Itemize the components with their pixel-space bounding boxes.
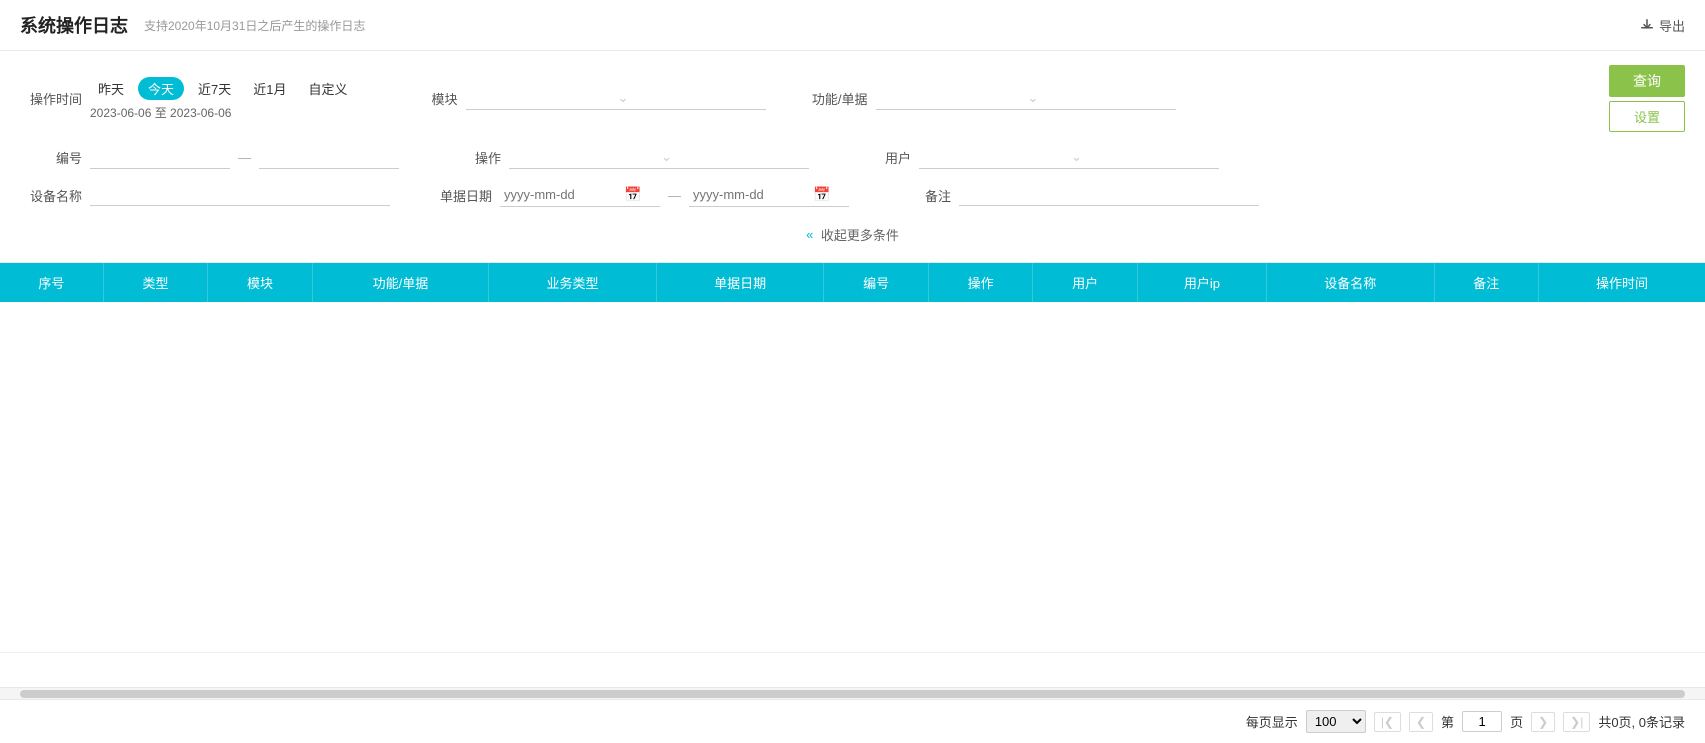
operation-chevron-icon: ⌄ (661, 149, 805, 165)
col-remark: 备注 (1434, 263, 1538, 302)
pagination: 每页显示 50 100 200 500 |❮ ❮ 第 页 ❯ ❯| 共0页, 0… (0, 699, 1705, 743)
doc-date-end[interactable]: 📅 (689, 183, 849, 207)
number-end-input[interactable] (259, 147, 399, 169)
col-user: 用户 (1033, 263, 1137, 302)
module-chevron-icon: ⌄ (618, 90, 762, 106)
time-buttons: 昨天 今天 近7天 近1月 自定义 (90, 77, 356, 100)
number-start-input[interactable] (90, 147, 230, 169)
prev-page-button[interactable]: ❮ (1409, 712, 1433, 732)
col-doc-date: 单据日期 (656, 263, 824, 302)
table-body (0, 302, 1705, 652)
module-label: 模块 (396, 89, 466, 108)
user-chevron-icon: ⌄ (1071, 149, 1215, 165)
function-chevron-icon: ⌄ (1028, 90, 1172, 106)
col-device: 设备名称 (1266, 263, 1434, 302)
module-select[interactable]: ⌄ (466, 87, 766, 110)
col-function: 功能/单据 (312, 263, 488, 302)
first-page-button[interactable]: |❮ (1374, 712, 1401, 732)
data-table: 序号 类型 模块 功能/单据 业务类型 单据日期 编号 操作 用户 用户ip 设… (0, 263, 1705, 653)
page-title: 系统操作日志 (20, 12, 128, 38)
remark-input[interactable] (959, 184, 1259, 206)
device-input[interactable] (90, 184, 390, 206)
time-btn-custom[interactable]: 自定义 (301, 77, 356, 100)
doc-date-separator: — (668, 188, 681, 203)
function-select[interactable]: ⌄ (876, 87, 1176, 110)
function-label: 功能/单据 (806, 89, 876, 108)
page-unit: 页 (1510, 712, 1523, 731)
col-operation: 操作 (928, 263, 1032, 302)
col-number: 编号 (824, 263, 928, 302)
filter-row-3: 设备名称 单据日期 📅 — 📅 备注 (20, 183, 1685, 207)
collapse-button[interactable]: « 收起更多条件 (794, 221, 911, 248)
time-range: 2023-06-06 至 2023-06-06 (90, 104, 356, 121)
collapse-row: « 收起更多条件 (20, 221, 1685, 248)
scroll-bar-area[interactable] (0, 687, 1705, 699)
doc-date-start[interactable]: 📅 (500, 183, 660, 207)
doc-date-end-input[interactable] (693, 187, 813, 202)
col-biz-type: 业务类型 (489, 263, 657, 302)
total-info: 共0页, 0条记录 (1598, 712, 1685, 731)
action-buttons: 查询 设置 (1609, 65, 1685, 132)
page-size-select[interactable]: 50 100 200 500 (1306, 710, 1366, 733)
filter-row-1: 操作时间 昨天 今天 近7天 近1月 自定义 2023-06-06 至 2023… (20, 65, 1685, 132)
operation-select[interactable]: ⌄ (509, 146, 809, 169)
doc-date-start-input[interactable] (504, 187, 624, 202)
number-label: 编号 (20, 148, 90, 167)
filter-area: 操作时间 昨天 今天 近7天 近1月 自定义 2023-06-06 至 2023… (0, 51, 1705, 263)
time-btn-7days[interactable]: 近7天 (190, 77, 239, 100)
next-page-button[interactable]: ❯ (1531, 712, 1555, 732)
doc-date-label: 单据日期 (430, 186, 500, 205)
empty-row (0, 302, 1705, 652)
export-icon (1639, 17, 1655, 33)
table-container: 序号 类型 模块 功能/单据 业务类型 单据日期 编号 操作 用户 用户ip 设… (0, 263, 1705, 687)
last-page-button[interactable]: ❯| (1563, 712, 1590, 732)
page-size-label: 每页显示 (1246, 712, 1298, 731)
page-label: 第 (1441, 712, 1454, 731)
device-label: 设备名称 (20, 186, 90, 205)
page-subtitle: 支持2020年10月31日之后产生的操作日志 (144, 17, 365, 34)
col-op-time: 操作时间 (1539, 263, 1705, 302)
time-btn-1month[interactable]: 近1月 (245, 77, 294, 100)
number-separator: — (238, 150, 251, 165)
settings-button[interactable]: 设置 (1609, 101, 1685, 132)
user-select[interactable]: ⌄ (919, 146, 1219, 169)
page-header: 系统操作日志 支持2020年10月31日之后产生的操作日志 导出 (0, 0, 1705, 51)
table-header-row: 序号 类型 模块 功能/单据 业务类型 单据日期 编号 操作 用户 用户ip 设… (0, 263, 1705, 302)
empty-cell (0, 302, 1705, 652)
query-button[interactable]: 查询 (1609, 65, 1685, 97)
time-label: 操作时间 (20, 89, 90, 108)
col-seq: 序号 (0, 263, 103, 302)
operation-label: 操作 (439, 148, 509, 167)
user-label: 用户 (849, 148, 919, 167)
scroll-bar[interactable] (20, 690, 1685, 698)
page-number-input[interactable] (1462, 711, 1502, 732)
col-module: 模块 (208, 263, 312, 302)
collapse-chevron-icon: « (806, 227, 817, 242)
time-btn-yesterday[interactable]: 昨天 (90, 77, 132, 100)
calendar-start-icon[interactable]: 📅 (624, 186, 641, 203)
page-container: 系统操作日志 支持2020年10月31日之后产生的操作日志 导出 操作时间 昨天… (0, 0, 1705, 743)
col-type: 类型 (103, 263, 207, 302)
remark-label: 备注 (889, 186, 959, 205)
collapse-label: 收起更多条件 (821, 225, 899, 244)
export-button[interactable]: 导出 (1639, 16, 1685, 35)
filter-row-2: 编号 — 操作 ⌄ 用户 ⌄ (20, 146, 1685, 169)
col-user-ip: 用户ip (1137, 263, 1266, 302)
time-btn-today[interactable]: 今天 (138, 77, 184, 100)
table-header: 序号 类型 模块 功能/单据 业务类型 单据日期 编号 操作 用户 用户ip 设… (0, 263, 1705, 302)
calendar-end-icon[interactable]: 📅 (813, 186, 830, 203)
time-filter: 昨天 今天 近7天 近1月 自定义 2023-06-06 至 2023-06-0… (90, 77, 356, 121)
